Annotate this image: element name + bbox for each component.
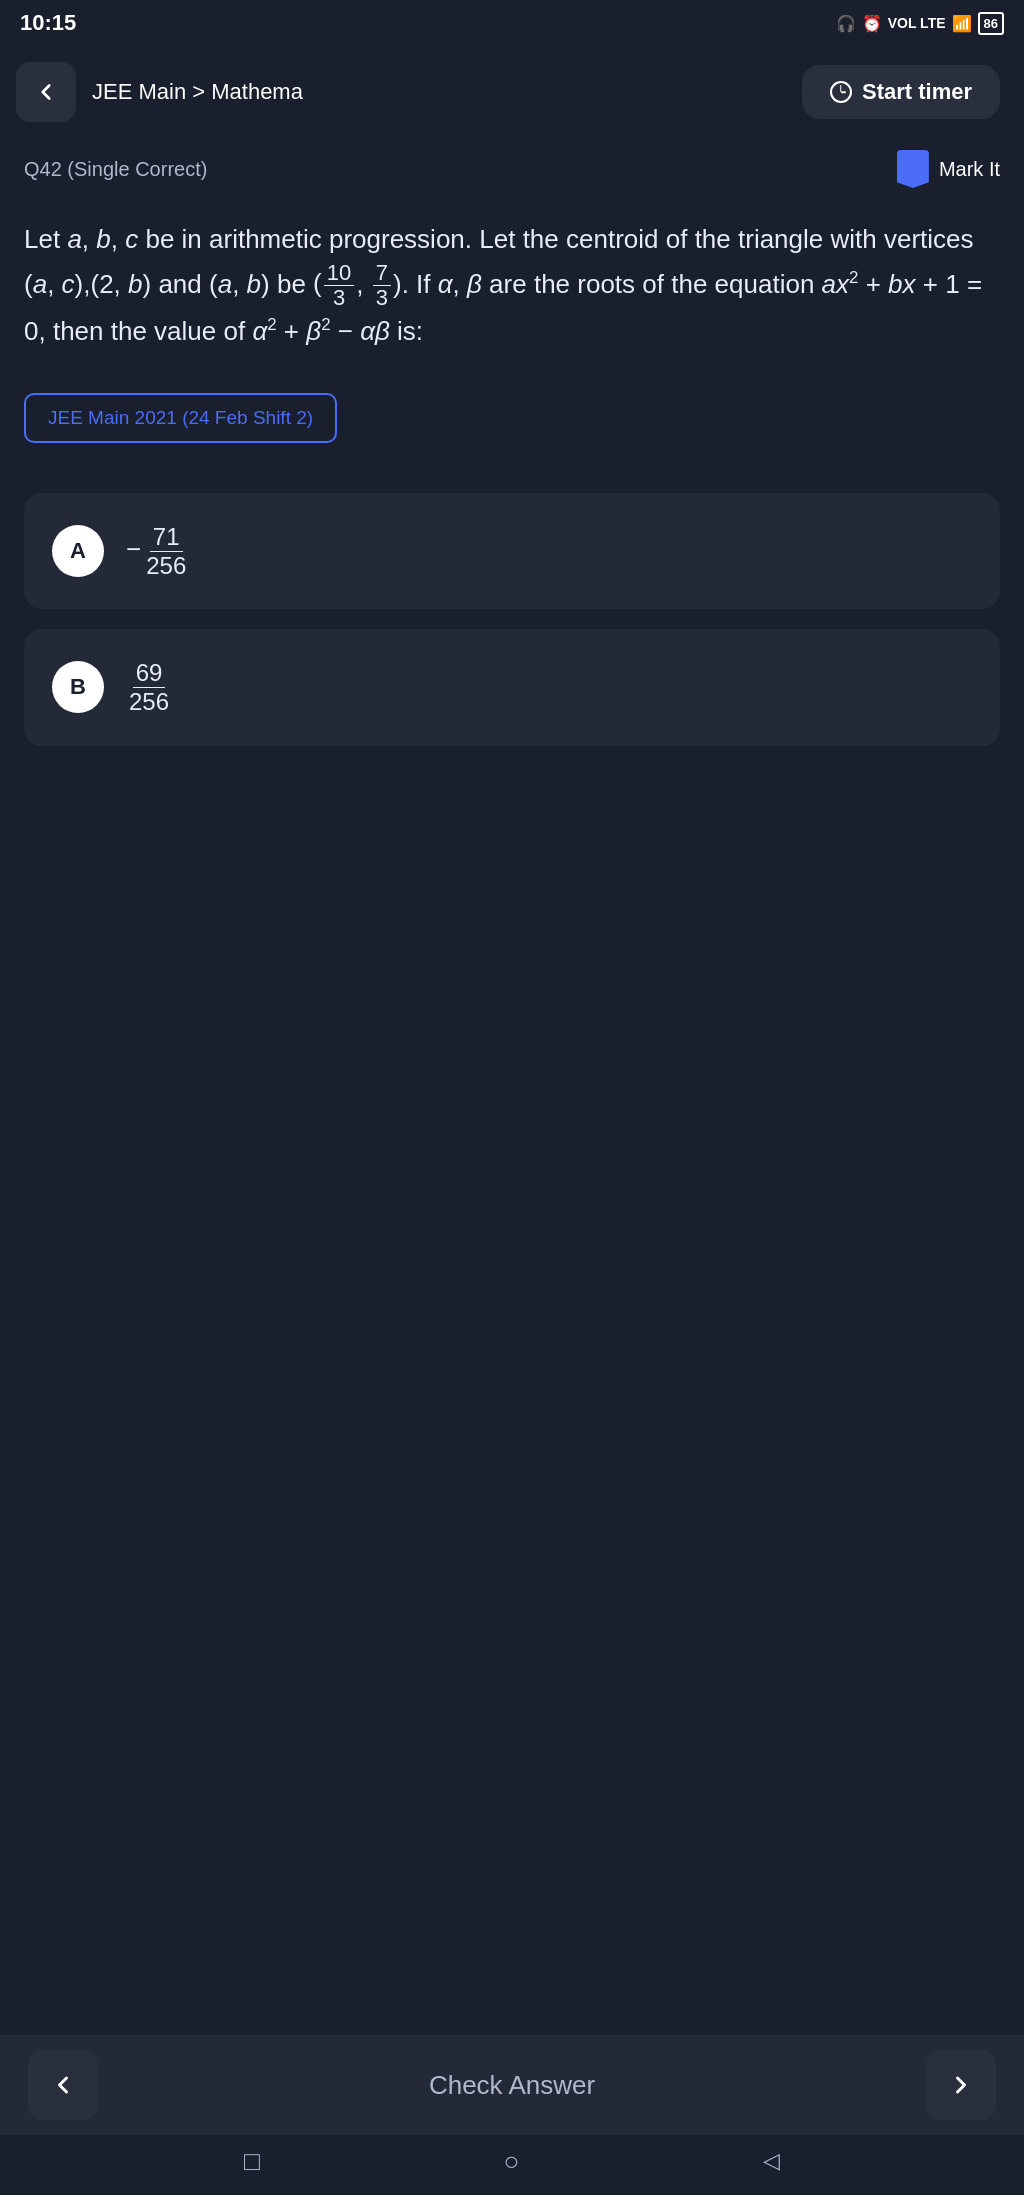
battery-indicator: 86: [978, 12, 1004, 35]
option-a-negative: −: [126, 534, 141, 564]
back-button[interactable]: [16, 62, 76, 122]
android-nav-bar: □ ○ ◁: [0, 2135, 1024, 2195]
exam-tag: JEE Main 2021 (24 Feb Shift 2): [24, 393, 337, 443]
question-type: Q42 (Single Correct): [24, 158, 207, 181]
clock-icon: [830, 81, 852, 103]
start-timer-label: Start timer: [862, 79, 972, 105]
wifi-icon: 📶: [952, 14, 972, 33]
alarm-icon: ⏰: [862, 14, 882, 33]
android-back-btn[interactable]: ◁: [763, 2148, 780, 2174]
option-a-letter: A: [52, 525, 104, 577]
nav-bar: JEE Main > Mathema Start timer: [0, 44, 1024, 140]
option-a-value: −71256: [126, 523, 189, 579]
status-icons: 🎧 ⏰ VOL LTE 📶 86: [836, 12, 1004, 35]
tag-container: JEE Main 2021 (24 Feb Shift 2): [0, 383, 1024, 483]
option-b-card[interactable]: B 69256: [24, 629, 1000, 745]
status-bar: 10:15 🎧 ⏰ VOL LTE 📶 86: [0, 0, 1024, 44]
start-timer-button[interactable]: Start timer: [802, 65, 1000, 119]
breadcrumb: JEE Main > Mathema: [92, 79, 786, 105]
check-answer-button[interactable]: Check Answer: [98, 2070, 926, 2101]
prev-question-button[interactable]: [28, 2050, 98, 2120]
android-home-btn[interactable]: ○: [504, 2146, 520, 2177]
bookmark-icon: [897, 150, 929, 188]
android-square-btn[interactable]: □: [244, 2146, 260, 2177]
mark-it-button[interactable]: Mark It: [897, 150, 1000, 188]
next-question-button[interactable]: [926, 2050, 996, 2120]
question-content: Let a, b, c be in arithmetic progression…: [0, 208, 1024, 383]
options-container: A −71256 B 69256: [0, 483, 1024, 765]
question-header: Q42 (Single Correct) Mark It: [0, 140, 1024, 208]
lte-label: VOL LTE: [888, 15, 946, 31]
mark-it-label: Mark It: [939, 158, 1000, 181]
headphone-icon: 🎧: [836, 14, 856, 33]
option-b-letter: B: [52, 661, 104, 713]
option-b-value: 69256: [126, 659, 172, 715]
status-time: 10:15: [20, 10, 76, 36]
bottom-action-bar: Check Answer: [0, 2035, 1024, 2135]
option-a-card[interactable]: A −71256: [24, 493, 1000, 609]
